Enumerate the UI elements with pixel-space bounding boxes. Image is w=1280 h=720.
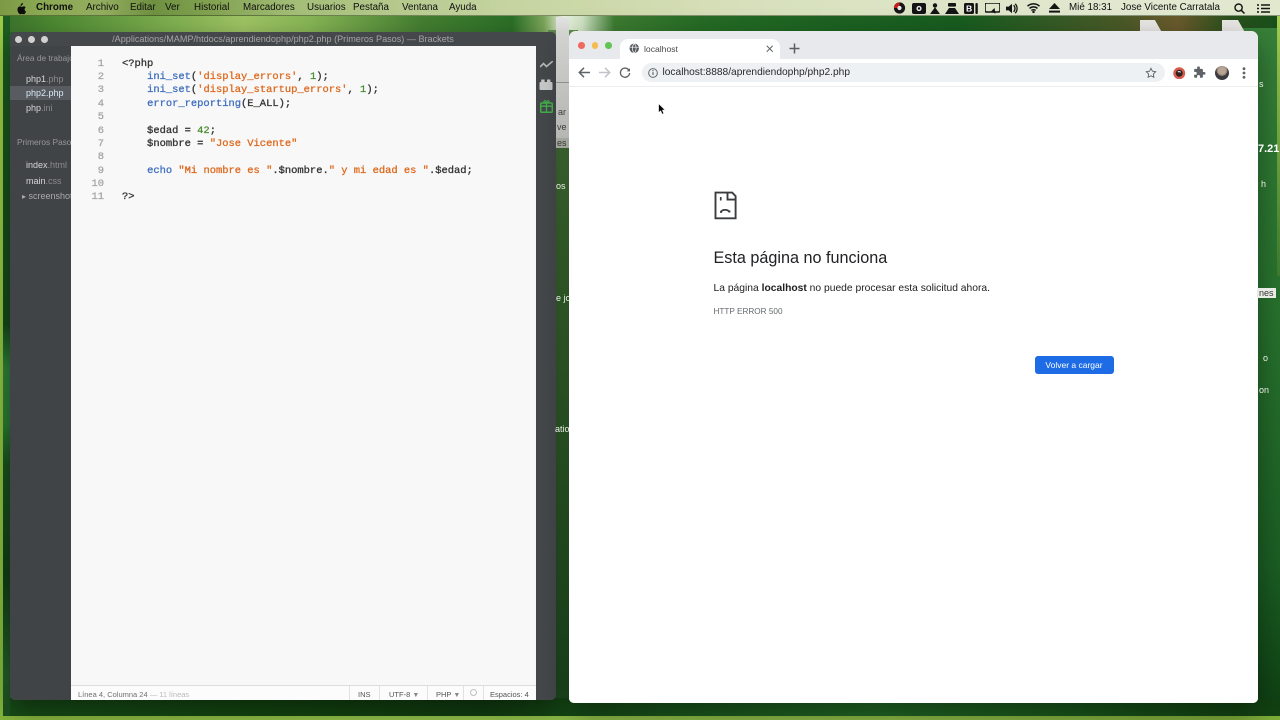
svg-text:B: B	[966, 3, 972, 13]
